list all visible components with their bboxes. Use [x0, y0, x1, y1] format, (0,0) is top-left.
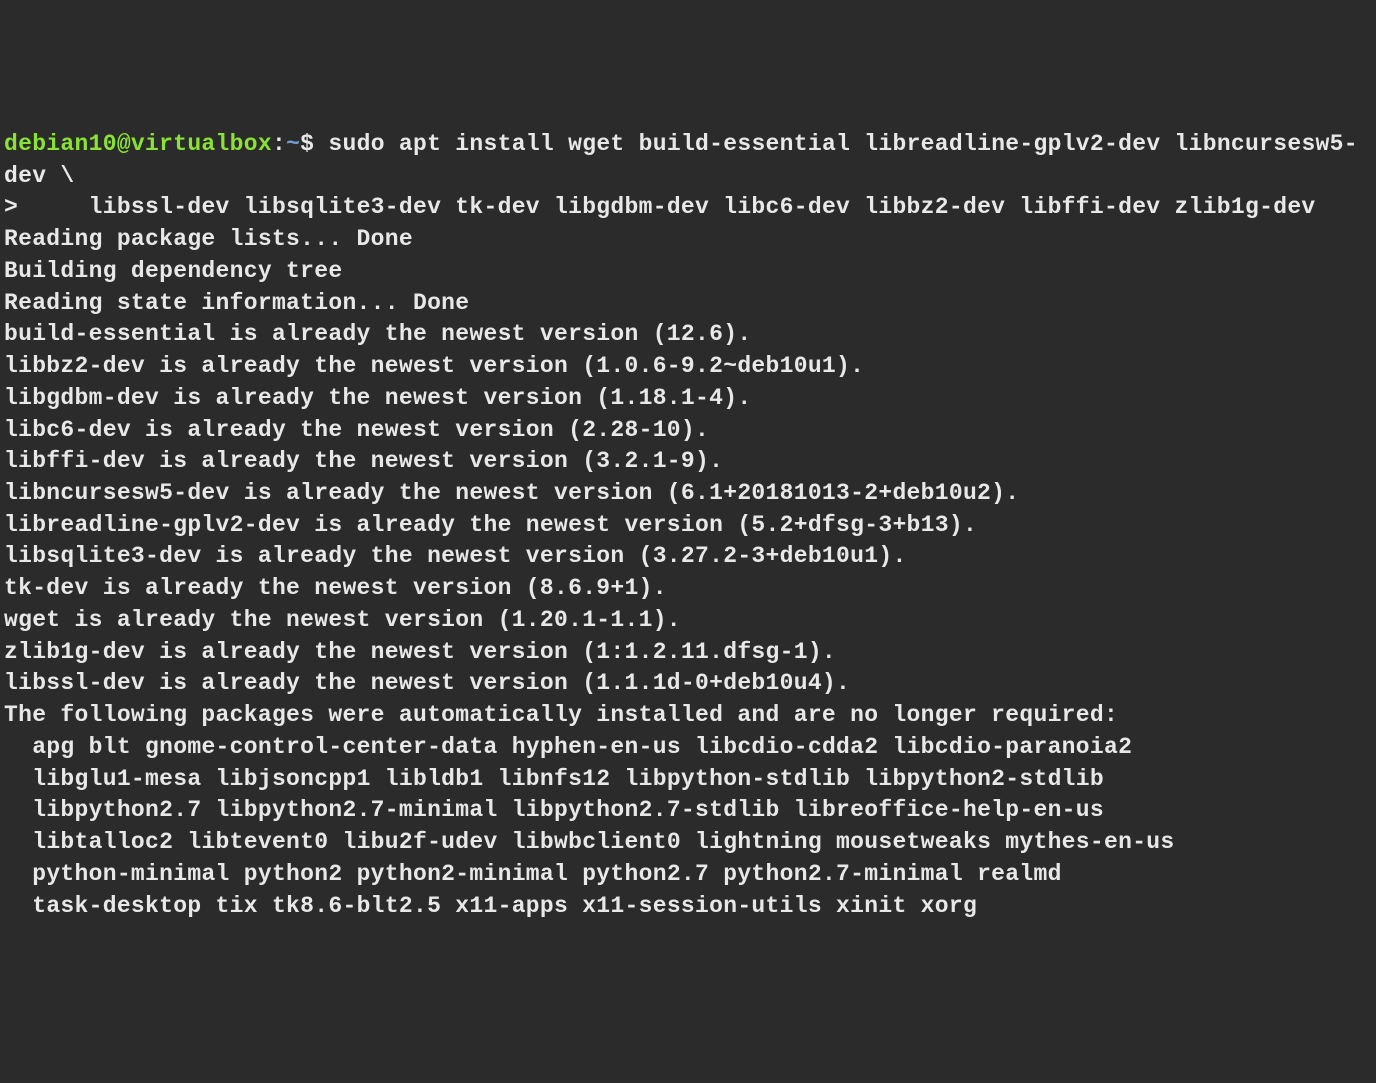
- output-line: Building dependency tree: [4, 258, 342, 284]
- output-line: libbz2-dev is already the newest version…: [4, 353, 864, 379]
- output-line: libgdbm-dev is already the newest versio…: [4, 385, 751, 411]
- output-line: zlib1g-dev is already the newest version…: [4, 639, 836, 665]
- output-line: task-desktop tix tk8.6-blt2.5 x11-apps x…: [4, 893, 977, 919]
- output-line: apg blt gnome-control-center-data hyphen…: [4, 734, 1132, 760]
- output-line: wget is already the newest version (1.20…: [4, 607, 681, 633]
- output-line: libpython2.7 libpython2.7-minimal libpyt…: [4, 797, 1104, 823]
- output-line: libffi-dev is already the newest version…: [4, 448, 723, 474]
- prompt-colon: :: [272, 131, 286, 157]
- command-line-2: libssl-dev libsqlite3-dev tk-dev libgdbm…: [32, 194, 1315, 220]
- prompt-path: ~: [286, 131, 300, 157]
- output-line: libtalloc2 libtevent0 libu2f-udev libwbc…: [4, 829, 1175, 855]
- output-line: libssl-dev is already the newest version…: [4, 670, 850, 696]
- output-line: Reading state information... Done: [4, 290, 469, 316]
- output-line: python-minimal python2 python2-minimal p…: [4, 861, 1062, 887]
- output-line: build-essential is already the newest ve…: [4, 321, 751, 347]
- output-line: libreadline-gplv2-dev is already the new…: [4, 512, 977, 538]
- output-line: libglu1-mesa libjsoncpp1 libldb1 libnfs1…: [4, 766, 1104, 792]
- output-line: The following packages were automaticall…: [4, 702, 1118, 728]
- output-line: tk-dev is already the newest version (8.…: [4, 575, 667, 601]
- prompt-user: debian10@virtualbox: [4, 131, 272, 157]
- prompt-symbol: $: [300, 131, 328, 157]
- terminal-output[interactable]: debian10@virtualbox:~$ sudo apt install …: [4, 129, 1372, 922]
- output-line: libncursesw5-dev is already the newest v…: [4, 480, 1019, 506]
- output-line: libsqlite3-dev is already the newest ver…: [4, 543, 907, 569]
- continuation-prompt: >: [4, 194, 32, 220]
- output-line: Reading package lists... Done: [4, 226, 413, 252]
- output-line: libc6-dev is already the newest version …: [4, 417, 709, 443]
